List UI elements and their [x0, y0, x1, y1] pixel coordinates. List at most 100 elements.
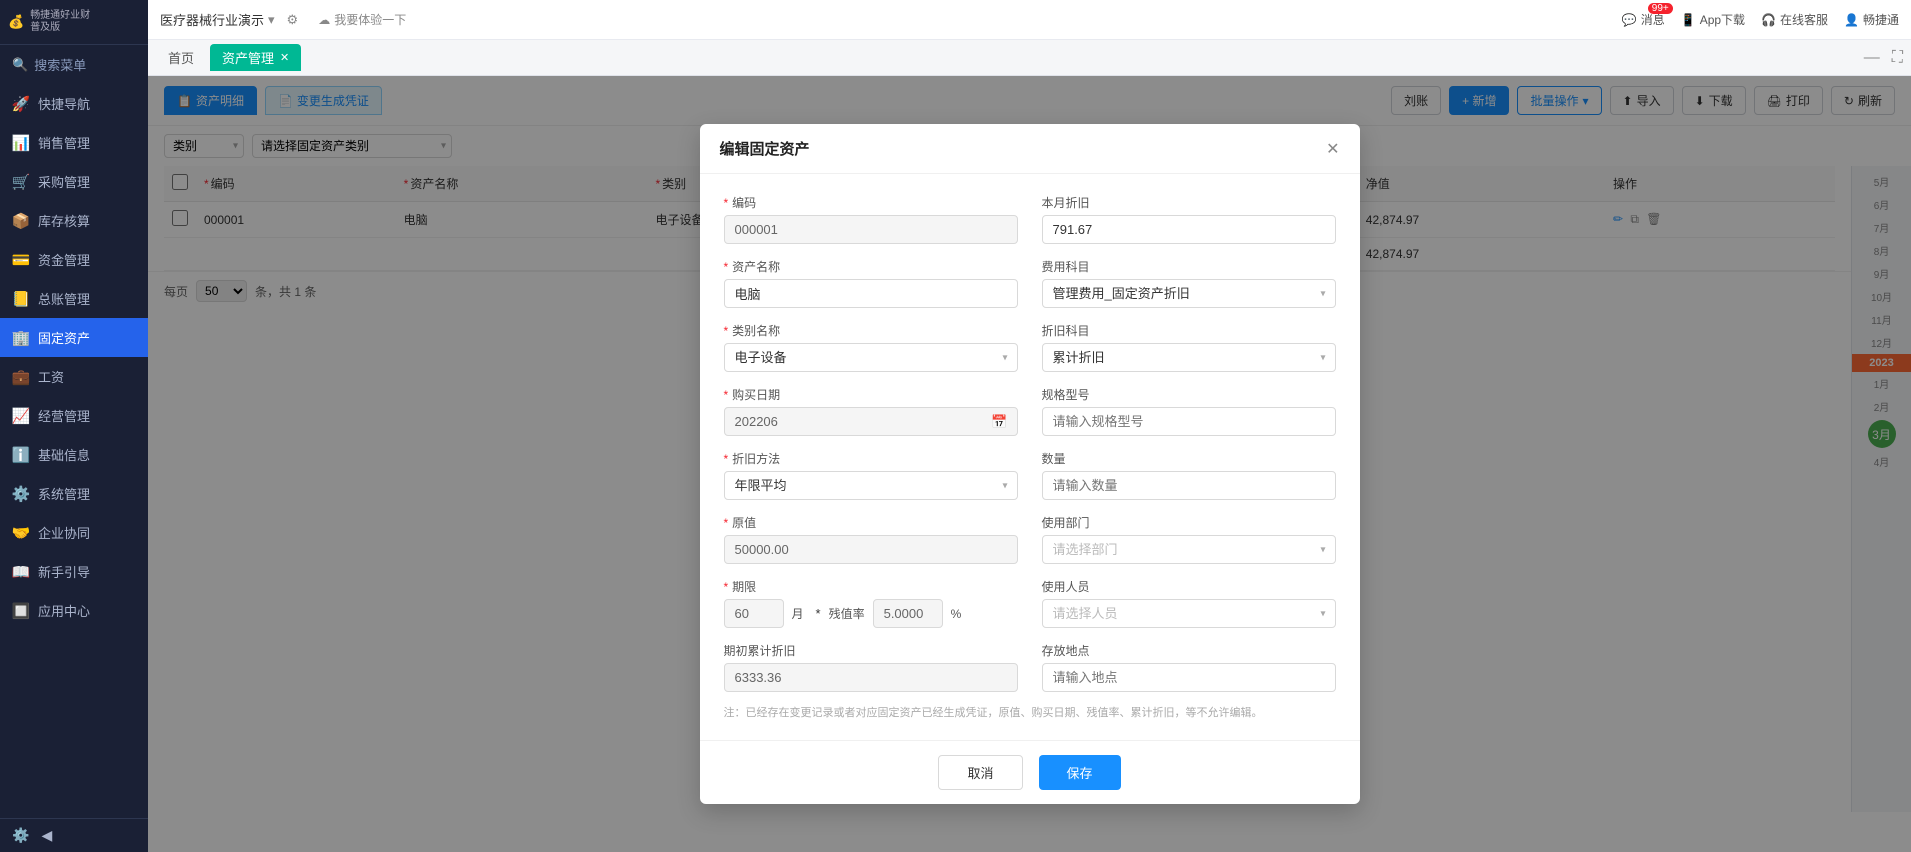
form-row-asset-name: * 资产名称 [724, 258, 1018, 308]
dept-select[interactable]: 请选择部门 [1042, 535, 1336, 564]
original-value-input[interactable] [724, 535, 1018, 564]
message-icon: 💬 [1622, 13, 1637, 27]
sidebar-item-quicknav[interactable]: 🚀 快捷导航 [0, 84, 148, 123]
online-service-button[interactable]: 🎧 在线客服 [1761, 11, 1828, 28]
dialog-header: 编辑固定资产 ✕ [700, 124, 1360, 174]
period-input[interactable] [724, 599, 784, 628]
service-icon: 🎧 [1761, 13, 1776, 27]
residual-input[interactable] [873, 599, 943, 628]
dep-subject-select[interactable]: 累计折旧 [1042, 343, 1336, 372]
sidebar-item-inventory[interactable]: 📦 库存核算 [0, 201, 148, 240]
form-row-quantity: 数量 [1042, 450, 1336, 500]
sidebar-item-assets[interactable]: 🏢 固定资产 [0, 318, 148, 357]
form-row-initial-dep: 期初累计折旧 [724, 642, 1018, 692]
sidebar-item-sales[interactable]: 📊 销售管理 [0, 123, 148, 162]
dep-method-select-wrap: 年限平均 ▾ [724, 471, 1018, 500]
feedback-icon: ☁ [318, 13, 330, 27]
assets-icon: 🏢 [12, 329, 30, 347]
sidebar-item-purchase[interactable]: 🛒 采购管理 [0, 162, 148, 201]
form-row-expense-subject: 费用科目 管理费用_固定资产折旧 ▾ [1042, 258, 1336, 308]
tab-close-icon[interactable]: ✕ [280, 51, 289, 64]
sidebar-item-system[interactable]: ⚙️ 系统管理 [0, 474, 148, 513]
dialog-overlay: 编辑固定资产 ✕ * 编码 [148, 76, 1911, 852]
industry-dropdown-icon[interactable]: ▾ [268, 12, 275, 28]
form-row-spec: 规格型号 [1042, 386, 1336, 436]
dialog-title: 编辑固定资产 [720, 138, 810, 159]
window-minimize-icon[interactable]: — [1864, 49, 1880, 67]
window-expand-icon[interactable]: ⛶ [1892, 49, 1903, 67]
form-row-code: * 编码 [724, 194, 1018, 244]
download-icon: 📱 [1681, 13, 1696, 27]
location-input[interactable] [1042, 663, 1336, 692]
topbar: 医疗器械行业演示 ▾ ⚙ ☁ 我要体验一下 💬 消息 99+ 📱 App下载 🎧… [148, 0, 1911, 40]
category-select[interactable]: 电子设备 [724, 343, 1018, 372]
purchase-date-input[interactable] [724, 407, 1018, 436]
dialog-note: 注：已经存在变更记录或者对应固定资产已经生成凭证，原值、购买日期、残值率、累计折… [724, 704, 1336, 720]
main-area: 医疗器械行业演示 ▾ ⚙ ☁ 我要体验一下 💬 消息 99+ 📱 App下载 🎧… [148, 0, 1911, 852]
form-row-location: 存放地点 [1042, 642, 1336, 692]
feedback-button[interactable]: ☁ 我要体验一下 [318, 11, 406, 28]
tab-asset-mgmt[interactable]: 资产管理 ✕ [210, 44, 301, 71]
sidebar-item-ledger[interactable]: 📒 总账管理 [0, 279, 148, 318]
sidebar-item-payroll[interactable]: 💼 工资 [0, 357, 148, 396]
page-content: 📋 资产明细 📄 变更生成凭证 刘账 + 新增 批量操作 ▾ ⬆ [148, 76, 1911, 852]
dialog-footer: 取消 保存 [700, 740, 1360, 804]
collapse-icon[interactable]: ◀ [41, 827, 52, 844]
search-icon: 🔍 [12, 57, 28, 73]
sidebar-item-appcenter[interactable]: 🔲 应用中心 [0, 591, 148, 630]
form-row-period: * 期限 月 * 残值率 % [724, 578, 1018, 628]
purchase-date-wrap: 📅 [724, 407, 1018, 436]
quantity-input[interactable] [1042, 471, 1336, 500]
expense-subject-wrap: 管理费用_固定资产折旧 ▾ [1042, 279, 1336, 308]
spec-input[interactable] [1042, 407, 1336, 436]
user-avatar[interactable]: 👤 畅捷通 [1844, 11, 1899, 28]
form-grid: * 编码 * 资产名称 [724, 194, 1336, 692]
tab-home[interactable]: 首页 [156, 44, 206, 71]
dept-select-wrap: 请选择部门 ▾ [1042, 535, 1336, 564]
form-row-dep-subject: 折旧科目 累计折旧 ▾ [1042, 322, 1336, 372]
form-col-right: 本月折旧 费用科目 管理费用_固定资产折旧 [1042, 194, 1336, 692]
sidebar-item-basics[interactable]: ℹ️ 基础信息 [0, 435, 148, 474]
dialog-close-button[interactable]: ✕ [1326, 139, 1339, 159]
initial-dep-input[interactable] [724, 663, 1018, 692]
quicknav-icon: 🚀 [12, 95, 30, 113]
sidebar-item-operations[interactable]: 📈 经营管理 [0, 396, 148, 435]
calendar-icon[interactable]: 📅 [991, 414, 1007, 430]
sidebar-search[interactable]: 🔍 搜索菜单 [0, 45, 148, 84]
user-select[interactable]: 请选择人员 [1042, 599, 1336, 628]
code-input[interactable] [724, 215, 1018, 244]
avatar-icon: 👤 [1844, 13, 1859, 27]
cancel-button[interactable]: 取消 [938, 755, 1022, 790]
basics-icon: ℹ️ [12, 446, 30, 464]
settings-icon[interactable]: ⚙️ [12, 827, 29, 844]
form-row-dep-method: * 折旧方法 年限平均 ▾ [724, 450, 1018, 500]
form-row-original-value: * 原值 [724, 514, 1018, 564]
monthly-dep-input[interactable] [1042, 215, 1336, 244]
sidebar-item-guide[interactable]: 📖 新手引导 [0, 552, 148, 591]
save-button[interactable]: 保存 [1039, 755, 1121, 790]
dep-method-select[interactable]: 年限平均 [724, 471, 1018, 500]
messages-button[interactable]: 💬 消息 99+ [1622, 11, 1665, 28]
dep-subject-wrap: 累计折旧 ▾ [1042, 343, 1336, 372]
sidebar: 💰 畅捷通好业财 普及版 🔍 搜索菜单 🚀 快捷导航 📊 销售管理 🛒 采购管理… [0, 0, 148, 852]
settings-gear-icon[interactable]: ⚙ [287, 12, 299, 28]
enterprise-icon: 🤝 [12, 524, 30, 542]
form-row-user: 使用人员 请选择人员 ▾ [1042, 578, 1336, 628]
sidebar-item-enterprise[interactable]: 🤝 企业协同 [0, 513, 148, 552]
sidebar-item-finance[interactable]: 💳 资金管理 [0, 240, 148, 279]
appcenter-icon: 🔲 [12, 602, 30, 620]
expense-subject-select[interactable]: 管理费用_固定资产折旧 [1042, 279, 1336, 308]
edit-asset-dialog: 编辑固定资产 ✕ * 编码 [700, 124, 1360, 804]
form-col-left: * 编码 * 资产名称 [724, 194, 1018, 692]
system-icon: ⚙️ [12, 485, 30, 503]
form-row-purchase-date: * 购买日期 📅 [724, 386, 1018, 436]
finance-icon: 💳 [12, 251, 30, 269]
sales-icon: 📊 [12, 134, 30, 152]
industry-title: 医疗器械行业演示 ▾ [160, 10, 275, 29]
app-download-button[interactable]: 📱 App下载 [1681, 11, 1745, 28]
guide-icon: 📖 [12, 563, 30, 581]
operations-icon: 📈 [12, 407, 30, 425]
app-name: 畅捷通好业财 普及版 [30, 10, 90, 34]
form-row-monthly-dep: 本月折旧 [1042, 194, 1336, 244]
asset-name-input[interactable] [724, 279, 1018, 308]
